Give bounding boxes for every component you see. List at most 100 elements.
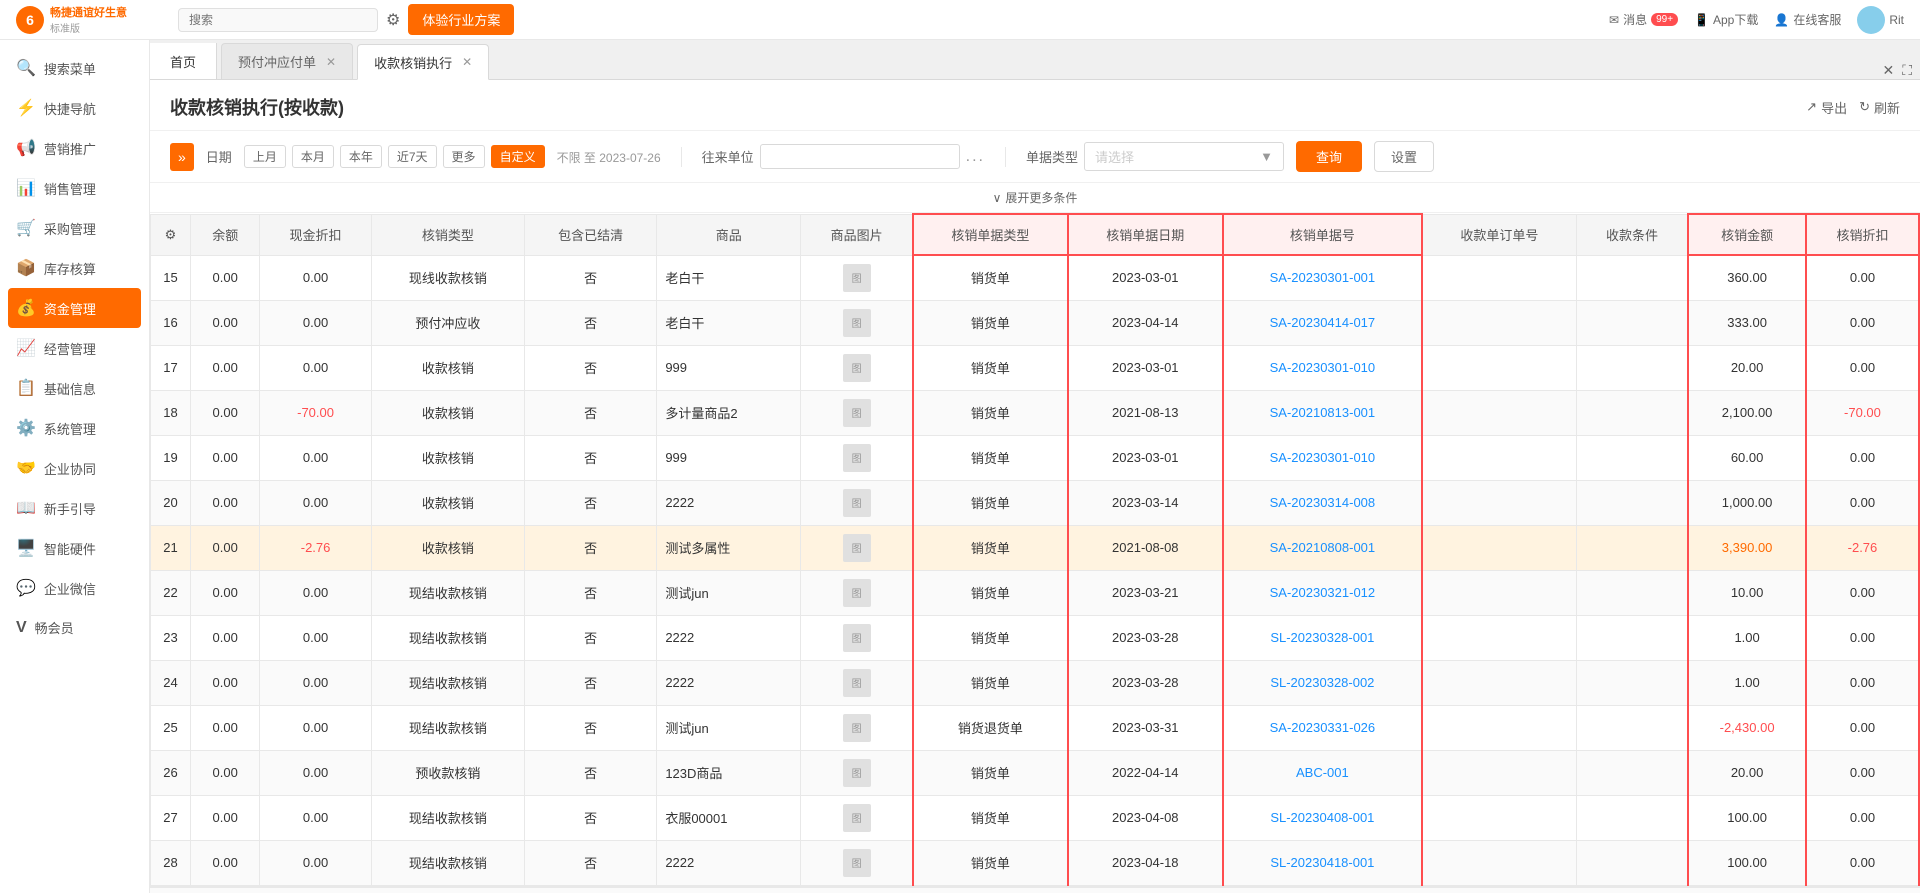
sidebar-item-wechat[interactable]: 💬 企业微信 [0,568,149,608]
sidebar-item-system[interactable]: ⚙️ 系统管理 [0,408,149,448]
verify-doc-no-link[interactable]: SA-20210813-001 [1270,405,1376,420]
table-row: 18 0.00 -70.00 收款核销 否 多计量商品2 图 销货单 2021-… [151,390,1920,435]
cell-verify-type: 收款核销 [371,390,524,435]
cell-balance: 0.00 [191,525,260,570]
verify-doc-no-link[interactable]: SA-20230414-017 [1270,315,1376,330]
verify-doc-no-link[interactable]: SL-20230408-001 [1270,810,1374,825]
tab-close-prepayment[interactable]: ✕ [326,55,336,69]
sidebar-item-enterprise[interactable]: 🤝 企业协同 [0,448,149,488]
expand-filter-button[interactable]: » [170,143,194,171]
export-button[interactable]: ↗ 导出 [1806,98,1847,117]
refresh-button[interactable]: ↻ 刷新 [1859,98,1900,117]
cell-goods-img: 图 [801,615,913,660]
cell-no: 16 [151,300,191,345]
cell-verify-doc-no[interactable]: SL-20230328-002 [1223,660,1422,705]
col-header-verify-type: 核销类型 [371,214,524,255]
sidebar-item-guide[interactable]: 📖 新手引导 [0,488,149,528]
date-btn-last-month[interactable]: 上月 [244,145,286,168]
sidebar-item-finance[interactable]: 💰 资金管理 [8,288,141,328]
table-container: ⚙ 余额 现金折扣 核销类型 包含已结清 商品 商品图片 核销单据类型 核销单据… [150,213,1920,893]
maximize-icon[interactable]: ⛶ [1902,62,1912,79]
query-button[interactable]: 查询 [1296,141,1362,172]
verify-doc-no-link[interactable]: SA-20230321-012 [1270,585,1376,600]
cell-include-settled: 否 [525,300,657,345]
cell-verify-doc-no[interactable]: SA-20230301-001 [1223,255,1422,300]
cell-verify-doc-no[interactable]: SL-20230328-001 [1223,615,1422,660]
tab-prepayment[interactable]: 预付冲应付单 ✕ [221,43,353,79]
sidebar-item-marketing[interactable]: 📢 营销推广 [0,128,149,168]
sidebar-item-vip[interactable]: V 畅会员 [0,608,149,647]
cell-goods: 2222 [657,840,801,885]
date-btn-7days[interactable]: 近7天 [388,145,437,168]
cell-balance: 0.00 [191,300,260,345]
cell-goods: 老白干 [657,255,801,300]
sidebar-item-operations[interactable]: 📈 经营管理 [0,328,149,368]
verify-doc-no-link[interactable]: SL-20230418-001 [1270,855,1374,870]
sidebar-item-quicknav[interactable]: ⚡ 快捷导航 [0,88,149,128]
verify-doc-no-link[interactable]: ABC-001 [1296,765,1349,780]
close-window-icon[interactable]: ✕ [1882,62,1894,79]
cell-goods-img: 图 [801,300,913,345]
cell-verify-doc-no[interactable]: SA-20230331-026 [1223,705,1422,750]
date-btn-more[interactable]: 更多 [443,145,485,168]
sidebar-item-inventory[interactable]: 📦 库存核算 [0,248,149,288]
cell-verify-doc-no[interactable]: SA-20210808-001 [1223,525,1422,570]
user-area[interactable]: Rit [1857,6,1904,34]
cell-receipt-cond [1576,435,1688,480]
cell-verify-discount: -2.76 [1806,525,1919,570]
sidebar-item-hardware[interactable]: 🖥️ 智能硬件 [0,528,149,568]
party-input[interactable] [760,144,960,169]
cell-receipt-order-no [1422,750,1576,795]
verify-doc-no-link[interactable]: SA-20210808-001 [1270,540,1376,555]
cell-verify-amount: 10.00 [1688,570,1806,615]
verify-doc-no-link[interactable]: SA-20230301-010 [1270,360,1376,375]
filter-settings-button[interactable]: 设置 [1374,141,1434,172]
tab-receipt-verify[interactable]: 收款核销执行 ✕ [357,44,489,80]
cell-verify-doc-type: 销货单 [913,570,1068,615]
party-dots-btn[interactable]: ... [966,148,985,166]
cell-verify-doc-no[interactable]: SA-20230301-010 [1223,435,1422,480]
cell-receipt-cond [1576,615,1688,660]
cell-include-settled: 否 [525,570,657,615]
col-header-verify-discount: 核销折扣 [1806,214,1919,255]
messages-button[interactable]: ✉ 消息 99+ [1609,11,1678,28]
cell-verify-doc-no[interactable]: SA-20230301-010 [1223,345,1422,390]
settings-icon[interactable]: ⚙ [386,10,400,30]
verify-doc-no-link[interactable]: SA-20230331-026 [1270,720,1376,735]
verify-doc-no-link[interactable]: SA-20230301-001 [1270,270,1376,285]
doc-type-select[interactable]: 请选择 ▼ [1084,142,1284,171]
cell-no: 28 [151,840,191,885]
date-btn-this-month[interactable]: 本月 [292,145,334,168]
sidebar-item-basic-info[interactable]: 📋 基础信息 [0,368,149,408]
sidebar-item-search[interactable]: 🔍 搜索菜单 [0,48,149,88]
cell-verify-doc-no[interactable]: ABC-001 [1223,750,1422,795]
industry-solution-button[interactable]: 体验行业方案 [408,4,514,35]
search-input[interactable] [178,8,378,32]
sidebar-item-purchase[interactable]: 🛒 采购管理 [0,208,149,248]
tab-close-receipt-verify[interactable]: ✕ [462,55,472,69]
cell-receipt-cond [1576,525,1688,570]
app-download-button[interactable]: 📱 App下载 [1694,11,1758,28]
date-btn-custom[interactable]: 自定义 [491,145,545,168]
table-row: 16 0.00 0.00 预付冲应收 否 老白干 图 销货单 2023-04-1… [151,300,1920,345]
cell-verify-doc-no[interactable]: SA-20230321-012 [1223,570,1422,615]
cell-verify-doc-no[interactable]: SA-20230314-008 [1223,480,1422,525]
cell-verify-doc-no[interactable]: SL-20230418-001 [1223,840,1422,885]
col-header-gear[interactable]: ⚙ [151,214,191,255]
sidebar-item-sales[interactable]: 📊 销售管理 [0,168,149,208]
cell-verify-type: 现结收款核销 [371,615,524,660]
verify-doc-no-link[interactable]: SL-20230328-001 [1270,630,1374,645]
cell-include-settled: 否 [525,615,657,660]
verify-doc-no-link[interactable]: SL-20230328-002 [1270,675,1374,690]
online-service-button[interactable]: 👤 在线客服 [1774,11,1841,28]
verify-doc-no-link[interactable]: SA-20230314-008 [1270,495,1376,510]
tab-home[interactable]: 首页 [150,43,217,79]
cell-verify-doc-no[interactable]: SA-20230414-017 [1223,300,1422,345]
cell-verify-doc-no[interactable]: SA-20210813-001 [1223,390,1422,435]
cell-verify-doc-no[interactable]: SL-20230408-001 [1223,795,1422,840]
verify-doc-no-link[interactable]: SA-20230301-010 [1270,450,1376,465]
expand-more-conditions-button[interactable]: ∨ 展开更多条件 [993,189,1078,206]
cell-verify-doc-type: 销货单 [913,525,1068,570]
date-btn-this-year[interactable]: 本年 [340,145,382,168]
cell-verify-discount: 0.00 [1806,435,1919,480]
